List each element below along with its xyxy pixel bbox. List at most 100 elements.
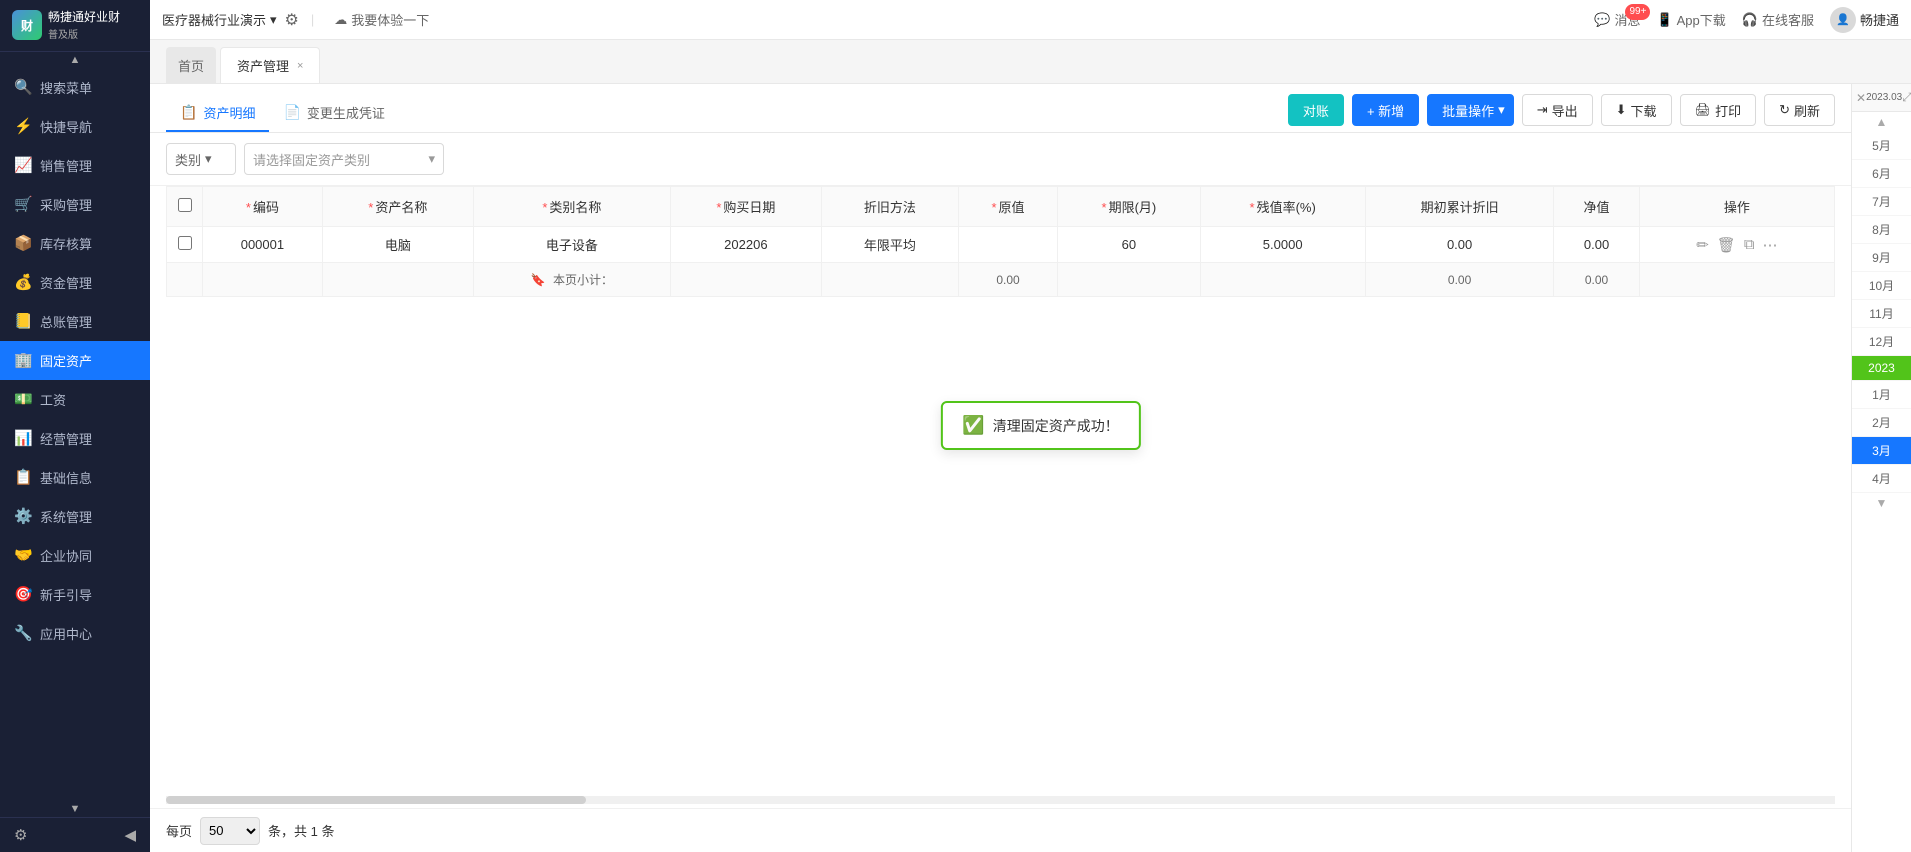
- collapse-icon[interactable]: ◀: [124, 826, 136, 844]
- right-panel-close-icon[interactable]: ✕: [1856, 91, 1866, 105]
- sub-tab-change-voucher[interactable]: 📄 变更生成凭证: [269, 95, 398, 132]
- sub-tab-asset-detail[interactable]: 📋 资产明细: [166, 95, 269, 132]
- sidebar-item-ledger[interactable]: 📒 总账管理: [0, 302, 150, 341]
- search-icon: 🔍: [14, 78, 32, 96]
- filter-row: 类别 ▾ 请选择固定资产类别 ▾: [150, 133, 1851, 186]
- topbar: 医疗器械行业演示 ▾ ⚙ | ☁ 我要体验一下 💬 消息 99+ 📱 App下载…: [150, 0, 1911, 40]
- quick-nav-icon: ⚡: [14, 117, 32, 135]
- feedback-btn[interactable]: ☁ 我要体验一下: [334, 10, 429, 29]
- sidebar-item-quick-nav[interactable]: ⚡ 快捷导航: [0, 107, 150, 146]
- calendar-up-arrow[interactable]: ▲: [1852, 112, 1911, 132]
- calendar-11[interactable]: 11月: [1852, 300, 1911, 328]
- sidebar-item-payroll[interactable]: 💵 工资: [0, 380, 150, 419]
- more-icon[interactable]: ⋯: [1763, 236, 1778, 254]
- header-net-value: 净值: [1554, 187, 1639, 227]
- calendar-3[interactable]: 3月: [1852, 437, 1911, 465]
- sidebar-item-ops[interactable]: 📊 经营管理: [0, 419, 150, 458]
- batch-ops-btn[interactable]: 批量操作 ▾: [1427, 94, 1514, 126]
- calendar-2[interactable]: 2月: [1852, 409, 1911, 437]
- sidebar-item-search[interactable]: 🔍 搜索菜单: [0, 68, 150, 107]
- message-badge: 99+: [1625, 4, 1650, 20]
- calendar-down-arrow[interactable]: ▼: [1852, 493, 1911, 513]
- print-icon: 🖨: [1695, 102, 1712, 118]
- sidebar-logo: 财 畅捷通好业财 普及版: [0, 0, 150, 52]
- sidebar-item-sales[interactable]: 📈 销售管理: [0, 146, 150, 185]
- sales-icon: 📈: [14, 156, 32, 174]
- topbar-settings-icon[interactable]: ⚙: [285, 10, 299, 30]
- topbar-right: 💬 消息 99+ 📱 App下载 🎧 在线客服 👤 畅捷通: [1594, 7, 1899, 33]
- calendar-9[interactable]: 9月: [1852, 244, 1911, 272]
- sidebar-item-base-info[interactable]: 📋 基础信息: [0, 458, 150, 497]
- category-chevron-icon: ▾: [205, 151, 212, 167]
- right-panel-expand-icon[interactable]: ⤢: [1902, 90, 1911, 105]
- calendar-4[interactable]: 4月: [1852, 465, 1911, 493]
- sidebar-item-apps[interactable]: 🔧 应用中心: [0, 614, 150, 653]
- sidebar-nav: 🔍 搜索菜单 ⚡ 快捷导航 📈 销售管理 🛒 采购管理 📦 库存核算 💰 资金管…: [0, 68, 150, 801]
- copy-icon[interactable]: ⧉: [1744, 236, 1755, 253]
- cell-purchase-date: 202206: [670, 227, 821, 263]
- calendar-6[interactable]: 6月: [1852, 160, 1911, 188]
- header-code: *编码: [203, 187, 323, 227]
- tab-close-icon[interactable]: ×: [297, 60, 303, 72]
- calendar-5[interactable]: 5月: [1852, 132, 1911, 160]
- refresh-btn[interactable]: ↻ 刷新: [1764, 94, 1835, 126]
- page-size-select[interactable]: 50 100 200: [200, 817, 260, 845]
- sidebar-item-finance[interactable]: 💰 资金管理: [0, 263, 150, 302]
- page-content: 📋 资产明细 📄 变更生成凭证 对账 + 新增 批量操作 ▾ ⇥: [150, 84, 1911, 852]
- ops-icon: 📊: [14, 429, 32, 447]
- company-selector[interactable]: 医疗器械行业演示 ▾: [162, 10, 277, 29]
- scrollbar-thumb[interactable]: [166, 796, 586, 804]
- delete-icon[interactable]: 🗑: [1717, 236, 1736, 254]
- cell-name: 电脑: [322, 227, 473, 263]
- row-checkbox[interactable]: [178, 236, 192, 250]
- app-download-btn[interactable]: 📱 App下载: [1656, 10, 1725, 29]
- print-btn[interactable]: 🖨 打印: [1680, 94, 1757, 126]
- calendar-year-marker[interactable]: 2023: [1852, 356, 1911, 381]
- asset-category-select[interactable]: 请选择固定资产类别 ▾: [244, 143, 444, 175]
- sidebar-item-system[interactable]: ⚙️ 系统管理: [0, 497, 150, 536]
- assets-table: *编码 *资产名称 *类别名称 *购买日期 折旧方法 *原值 *期限(月) *残…: [166, 186, 1835, 297]
- sidebar-item-inventory[interactable]: 📦 库存核算: [0, 224, 150, 263]
- edit-icon[interactable]: ✏: [1696, 236, 1709, 254]
- avatar: 👤: [1830, 7, 1856, 33]
- change-voucher-icon: 📄: [283, 104, 300, 121]
- cell-residual-rate: 5.0000: [1200, 227, 1365, 263]
- calendar-7[interactable]: 7月: [1852, 188, 1911, 216]
- calendar-8[interactable]: 8月: [1852, 216, 1911, 244]
- purchase-icon: 🛒: [14, 195, 32, 213]
- message-btn[interactable]: 💬 消息 99+: [1594, 10, 1640, 29]
- header-checkbox-cell: [167, 187, 203, 227]
- cell-category: 电子设备: [473, 227, 670, 263]
- calendar-1[interactable]: 1月: [1852, 381, 1911, 409]
- refresh-icon: ↻: [1779, 102, 1790, 118]
- tab-home[interactable]: 首页: [166, 47, 216, 83]
- download-icon: ⬇: [1616, 102, 1627, 118]
- sidebar-scroll-down[interactable]: ▼: [0, 801, 150, 817]
- cloud-icon: ☁: [334, 12, 347, 28]
- sidebar-scroll-up[interactable]: ▲: [0, 52, 150, 68]
- export-btn[interactable]: ⇥ 导出: [1522, 94, 1593, 126]
- customer-service-btn[interactable]: 🎧 在线客服: [1742, 10, 1814, 29]
- sidebar-item-fixed-assets[interactable]: 🏢 固定资产: [0, 341, 150, 380]
- settings-icon[interactable]: ⚙: [14, 826, 27, 844]
- sidebar-item-purchase[interactable]: 🛒 采购管理: [0, 185, 150, 224]
- subtotal-original: 0.00: [958, 263, 1057, 297]
- calendar-12[interactable]: 12月: [1852, 328, 1911, 356]
- horizontal-scrollbar[interactable]: [166, 796, 1835, 804]
- new-btn[interactable]: + 新增: [1352, 94, 1419, 126]
- subtotal-row: 🔖 本页小计： 0.00 0.00 0.00: [167, 263, 1835, 297]
- cell-period: 60: [1058, 227, 1200, 263]
- table-header: *编码 *资产名称 *类别名称 *购买日期 折旧方法 *原值 *期限(月) *残…: [167, 187, 1835, 227]
- reconcile-btn[interactable]: 对账: [1288, 94, 1344, 126]
- cell-accumulated: 0.00: [1365, 227, 1554, 263]
- sidebar-item-guide[interactable]: 🎯 新手引导: [0, 575, 150, 614]
- tab-asset-mgmt[interactable]: 资产管理 ×: [220, 47, 320, 83]
- select-all-checkbox[interactable]: [178, 198, 192, 212]
- calendar-10[interactable]: 10月: [1852, 272, 1911, 300]
- sidebar-item-enterprise[interactable]: 🤝 企业协同: [0, 536, 150, 575]
- category-filter[interactable]: 类别 ▾: [166, 143, 236, 175]
- header-depreciation: 折旧方法: [821, 187, 958, 227]
- download-btn[interactable]: ⬇ 下载: [1601, 94, 1672, 126]
- user-menu[interactable]: 👤 畅捷通: [1830, 7, 1899, 33]
- cell-net-value: 0.00: [1554, 227, 1639, 263]
